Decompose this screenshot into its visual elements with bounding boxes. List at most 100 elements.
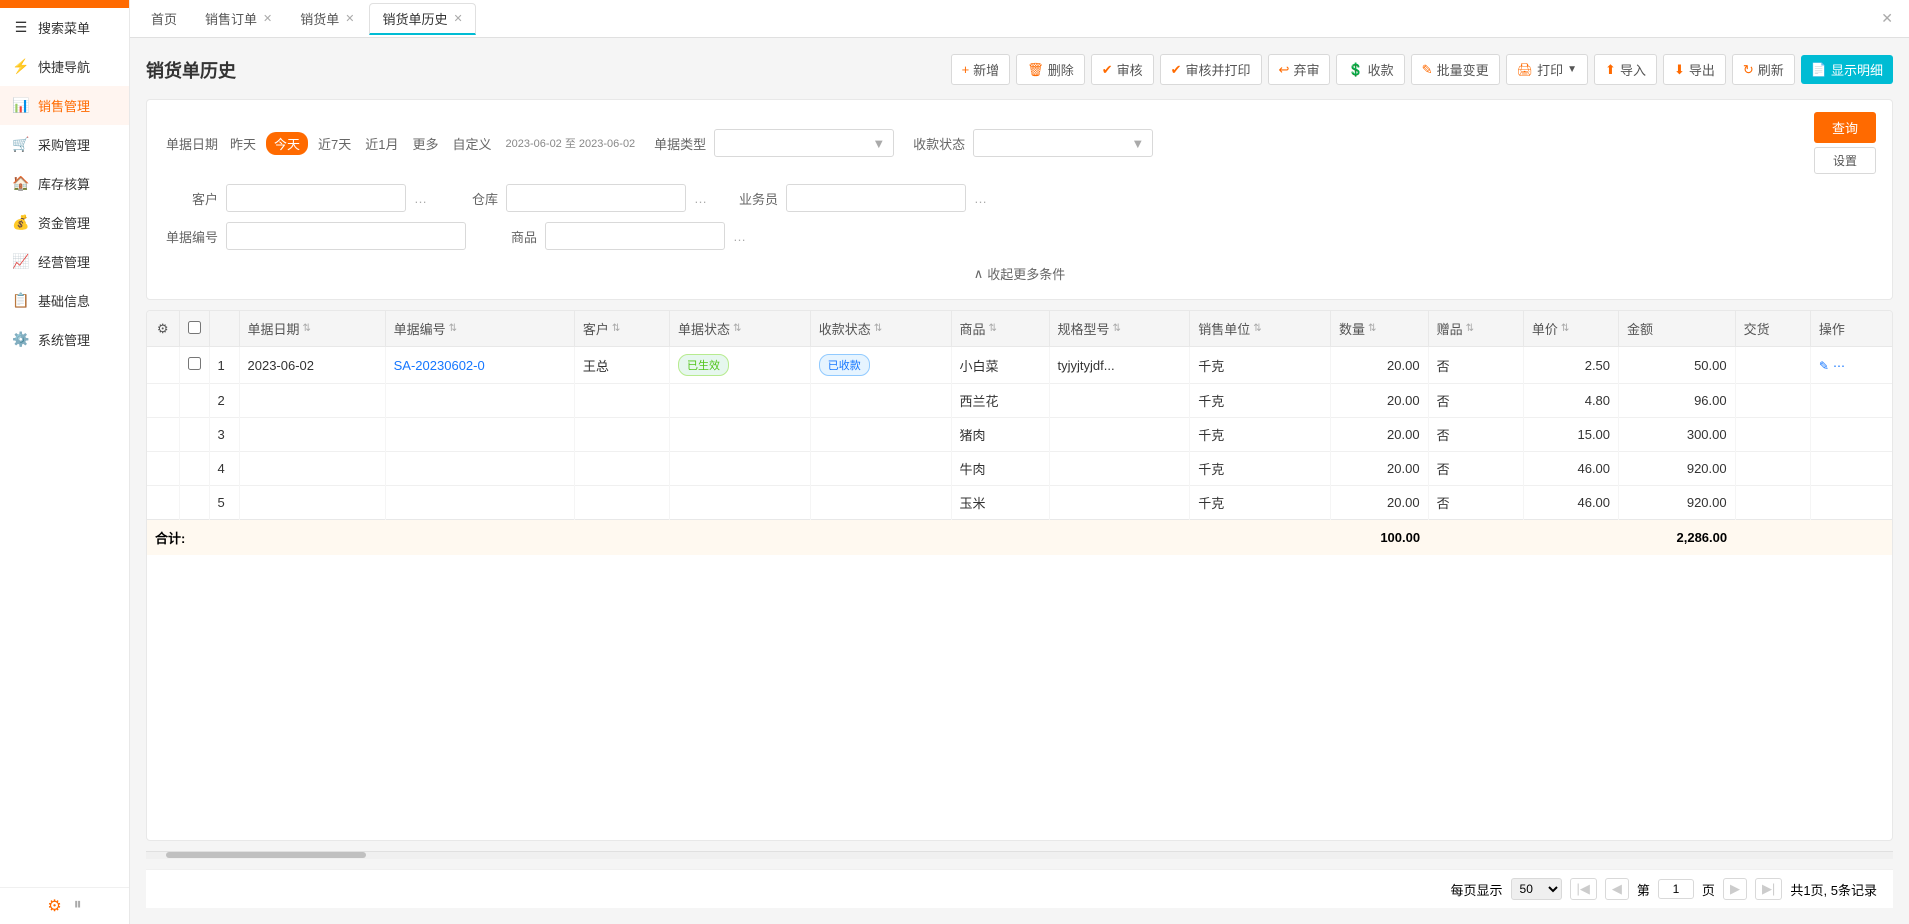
sales-mgmt-icon: 📊	[12, 97, 30, 115]
sidebar-item-quick-nav[interactable]: ⚡ 快捷导航	[0, 47, 129, 86]
page-size-select[interactable]: 20 50 100	[1511, 878, 1562, 900]
scrollbar-thumb[interactable]	[166, 852, 366, 858]
total-records: 共1页, 5条记录	[1790, 880, 1877, 899]
next-page-button[interactable]: ▶	[1723, 878, 1747, 900]
tab-sales-history[interactable]: 销货单历史 ✕	[369, 3, 475, 35]
more-op-button[interactable]: ⋯	[1833, 359, 1845, 373]
audit-button[interactable]: ✔ 审核	[1091, 54, 1154, 85]
tab-sales-goods-close[interactable]: ✕	[345, 12, 354, 25]
sidebar-item-sales-mgmt[interactable]: 📊 销售管理	[0, 86, 129, 125]
th-customer[interactable]: 客户⇅	[574, 311, 669, 347]
sidebar-item-purchase-mgmt[interactable]: 🛒 采购管理	[0, 125, 129, 164]
td-docstatus: 已生效	[670, 347, 811, 384]
summary-empty	[239, 520, 1331, 556]
audit-icon: ✔	[1102, 62, 1113, 78]
date-shortcut-custom[interactable]: 自定义	[449, 132, 496, 155]
sidebar-item-stock-calc[interactable]: 🏠 库存核算	[0, 164, 129, 203]
staff-input[interactable]	[786, 184, 966, 212]
sidebar-item-search-menu[interactable]: ☰ 搜索菜单	[0, 8, 129, 47]
td-op	[1810, 384, 1892, 418]
sidebar-item-operation-mgmt[interactable]: 📈 经营管理	[0, 242, 129, 281]
staff-picker-icon[interactable]: …	[974, 191, 987, 206]
customer-input[interactable]	[226, 184, 406, 212]
select-all-checkbox[interactable]	[188, 321, 201, 334]
td-docstatus	[670, 452, 811, 486]
td-docno	[385, 452, 574, 486]
sidebar-item-system-mgmt[interactable]: ⚙️ 系统管理	[0, 320, 129, 359]
table-row: 4 牛肉 千克 20.00 否 46.00 920.00	[147, 452, 1892, 486]
th-doc-status[interactable]: 单据状态⇅	[670, 311, 811, 347]
date-shortcut-7days[interactable]: 近7天	[314, 132, 355, 155]
query-button[interactable]: 查询	[1814, 112, 1876, 143]
print-button[interactable]: 🖨 打印 ▼	[1506, 54, 1588, 85]
sidebar-settings-icon[interactable]: ⚙	[47, 896, 61, 916]
td-gift: 否	[1428, 347, 1523, 384]
filter-settings-button[interactable]: 设置	[1814, 147, 1876, 174]
sidebar-item-finance-mgmt[interactable]: 💰 资金管理	[0, 203, 129, 242]
doc-no-link[interactable]: SA-20230602-0	[394, 358, 485, 373]
th-goods[interactable]: 商品⇅	[951, 311, 1049, 347]
date-shortcut-1month[interactable]: 近1月	[361, 132, 402, 155]
th-price[interactable]: 单价⇅	[1523, 311, 1618, 347]
td-checkbox	[179, 452, 209, 486]
collapse-label: 收起更多条件	[987, 264, 1065, 283]
page-content: 销货单历史 + 新增 🗑 删除 ✔ 审核 ✔ 审核并打印	[130, 38, 1909, 924]
delete-button[interactable]: 🗑 删除	[1016, 54, 1085, 85]
toolbar: + 新增 🗑 删除 ✔ 审核 ✔ 审核并打印 ↩ 弃审	[951, 54, 1893, 85]
th-docno[interactable]: 单据编号⇅	[385, 311, 574, 347]
sidebar-item-basic-info[interactable]: 📋 基础信息	[0, 281, 129, 320]
tab-home[interactable]: 首页	[138, 3, 190, 35]
th-spec[interactable]: 规格型号⇅	[1049, 311, 1190, 347]
receive-button[interactable]: 💲 收款	[1336, 54, 1404, 85]
warehouse-input[interactable]	[506, 184, 686, 212]
td-paystatus	[810, 452, 951, 486]
sidebar-pause-icon[interactable]: ⏸	[74, 896, 82, 916]
customer-picker-icon[interactable]: …	[414, 191, 427, 206]
th-pay-status[interactable]: 收款状态⇅	[810, 311, 951, 347]
td-spec: tyjyjtyjdf...	[1049, 347, 1190, 384]
goods-picker-icon[interactable]: …	[733, 229, 746, 244]
prev-page-button[interactable]: ◀	[1605, 878, 1629, 900]
tab-sales-goods[interactable]: 销货单 ✕	[287, 3, 367, 35]
row-checkbox[interactable]	[188, 357, 201, 370]
spec-sort-icon: ⇅	[1113, 323, 1121, 334]
th-gear[interactable]: ⚙	[147, 311, 179, 347]
goods-input[interactable]	[545, 222, 725, 250]
import-button[interactable]: ⬆ 导入	[1594, 54, 1657, 85]
td-gear	[147, 384, 179, 418]
refresh-button[interactable]: ↻ 刷新	[1732, 54, 1795, 85]
warehouse-picker-icon[interactable]: …	[694, 191, 707, 206]
batch-change-button[interactable]: ✎ 批量变更	[1411, 54, 1500, 85]
date-shortcut-today[interactable]: 今天	[266, 132, 308, 155]
audit-print-button[interactable]: ✔ 审核并打印	[1160, 54, 1262, 85]
date-shortcut-more[interactable]: 更多	[409, 132, 443, 155]
discard-button[interactable]: ↩ 弃审	[1268, 54, 1331, 85]
filter-docno-field: 单据编号	[163, 222, 466, 250]
tab-sales-history-close[interactable]: ✕	[454, 12, 463, 25]
th-date[interactable]: 单据日期⇅	[239, 311, 385, 347]
doc-type-select[interactable]: ▼	[714, 129, 894, 157]
close-all-tabs[interactable]: ✕	[1873, 6, 1901, 31]
td-gear	[147, 452, 179, 486]
th-qty[interactable]: 数量⇅	[1331, 311, 1429, 347]
edit-op-button[interactable]: ✎	[1819, 359, 1829, 373]
first-page-button[interactable]: |◀	[1570, 878, 1597, 900]
export-button[interactable]: ⬇ 导出	[1663, 54, 1726, 85]
payment-status-select[interactable]: ▼	[973, 129, 1153, 157]
horizontal-scrollbar[interactable]	[146, 851, 1893, 859]
add-button[interactable]: + 新增	[951, 54, 1011, 85]
td-seq: 4	[209, 452, 239, 486]
current-page-input[interactable]	[1658, 879, 1694, 899]
td-amount: 300.00	[1619, 418, 1736, 452]
th-unit[interactable]: 销售单位⇅	[1190, 311, 1331, 347]
docno-input[interactable]	[226, 222, 466, 250]
td-amount: 50.00	[1619, 347, 1736, 384]
th-gift[interactable]: 赠品⇅	[1428, 311, 1523, 347]
td-gift: 否	[1428, 486, 1523, 520]
date-shortcut-yesterday[interactable]: 昨天	[226, 132, 260, 155]
collapse-filter-button[interactable]: ∧ 收起更多条件	[966, 260, 1074, 287]
last-page-button[interactable]: ▶|	[1755, 878, 1782, 900]
show-detail-button[interactable]: 📄 显示明细	[1801, 55, 1893, 84]
tab-sales-order[interactable]: 销售订单 ✕	[192, 3, 285, 35]
tab-sales-order-close[interactable]: ✕	[263, 12, 272, 25]
